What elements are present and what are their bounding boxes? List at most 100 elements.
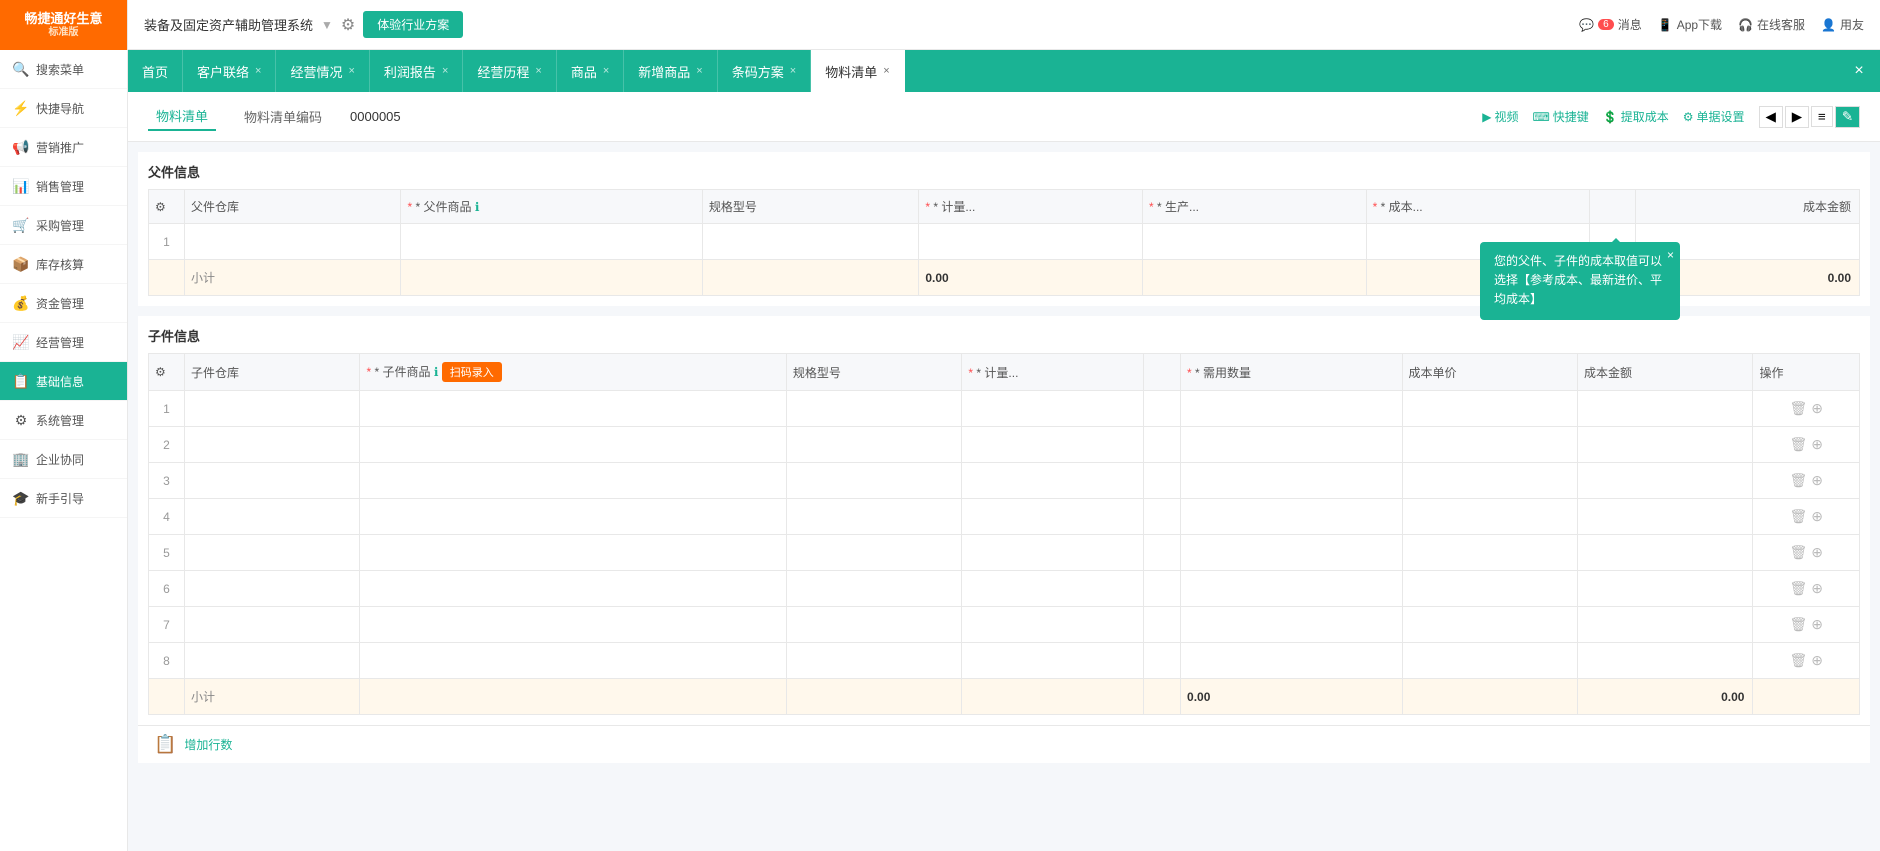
child-row-4-spec[interactable]	[786, 499, 961, 535]
tab-new-goods-close[interactable]: ×	[696, 65, 702, 77]
child-row-4-cost-price[interactable]	[1402, 499, 1577, 535]
child-row-8-spec[interactable]	[786, 643, 961, 679]
tab-new-goods[interactable]: 新增商品 ×	[624, 50, 717, 92]
child-row-2-qty[interactable]	[1181, 427, 1403, 463]
nav-list[interactable]: ≡	[1811, 106, 1833, 127]
delete-icon-2[interactable]: 🗑	[1789, 436, 1807, 453]
child-row-2-spec[interactable]	[786, 427, 961, 463]
copy-icon-4[interactable]: ⊕	[1811, 508, 1823, 525]
sidebar-item-finance[interactable]: 💰 资金管理	[0, 284, 127, 323]
delete-icon-1[interactable]: 🗑	[1789, 400, 1807, 417]
child-row-8-goods[interactable]	[360, 643, 786, 679]
tab-operation-history[interactable]: 经营历程 ×	[463, 50, 556, 92]
sidebar-item-sales[interactable]: 📊 销售管理	[0, 167, 127, 206]
child-row-6-unit[interactable]	[962, 571, 1143, 607]
child-row-8-unit[interactable]	[962, 643, 1143, 679]
sidebar-item-basic-info[interactable]: 📋 基础信息	[0, 362, 127, 401]
child-row-6-spec[interactable]	[786, 571, 961, 607]
config-icon[interactable]: ⚙	[341, 15, 355, 35]
child-row-7-warehouse[interactable]	[185, 607, 360, 643]
tooltip-close-btn[interactable]: ×	[1667, 246, 1674, 265]
child-row-4-qty[interactable]	[1181, 499, 1403, 535]
child-row-7-cost-price[interactable]	[1402, 607, 1577, 643]
message-item[interactable]: 💬 6 消息	[1579, 16, 1642, 33]
tab-customer-close[interactable]: ×	[255, 65, 261, 77]
delete-icon-6[interactable]: 🗑	[1789, 580, 1807, 597]
parent-row-1-spec[interactable]	[702, 224, 918, 260]
child-row-5-qty[interactable]	[1181, 535, 1403, 571]
add-row-label[interactable]: 增加行数	[184, 736, 232, 753]
child-row-6-goods[interactable]	[360, 571, 786, 607]
copy-icon-2[interactable]: ⊕	[1811, 436, 1823, 453]
sidebar-item-quick-nav[interactable]: ⚡ 快捷导航	[0, 89, 127, 128]
view-action[interactable]: ▶ 视频	[1482, 108, 1518, 125]
child-row-8-warehouse[interactable]	[185, 643, 360, 679]
parent-row-1-goods[interactable]	[401, 224, 702, 260]
scan-button[interactable]: 扫码录入	[442, 362, 502, 382]
child-goods-info-icon[interactable]: ℹ	[434, 365, 439, 379]
child-row-3-cost-price[interactable]	[1402, 463, 1577, 499]
delete-icon-3[interactable]: 🗑	[1789, 472, 1807, 489]
trial-button[interactable]: 体验行业方案	[363, 11, 463, 38]
nav-prev[interactable]: ◀	[1759, 106, 1783, 128]
sidebar-item-search[interactable]: 🔍 搜索菜单	[0, 50, 127, 89]
child-row-4-unit[interactable]	[962, 499, 1143, 535]
child-row-6-warehouse[interactable]	[185, 571, 360, 607]
sidebar-item-enterprise[interactable]: 🏢 企业协同	[0, 440, 127, 479]
child-row-5-spec[interactable]	[786, 535, 961, 571]
copy-icon-5[interactable]: ⊕	[1811, 544, 1823, 561]
child-row-4-warehouse[interactable]	[185, 499, 360, 535]
child-row-2-unit[interactable]	[962, 427, 1143, 463]
parent-row-1-producer[interactable]	[1142, 224, 1366, 260]
copy-icon-3[interactable]: ⊕	[1811, 472, 1823, 489]
sidebar-item-purchase[interactable]: 🛒 采购管理	[0, 206, 127, 245]
sidebar-item-inventory[interactable]: 📦 库存核算	[0, 245, 127, 284]
tab-barcode[interactable]: 条码方案 ×	[718, 50, 811, 92]
child-row-1-spec[interactable]	[786, 391, 961, 427]
delete-icon-8[interactable]: 🗑	[1789, 652, 1807, 669]
delete-icon-7[interactable]: 🗑	[1789, 616, 1807, 633]
parent-goods-info-icon[interactable]: ℹ	[475, 200, 480, 214]
child-row-3-unit[interactable]	[962, 463, 1143, 499]
delete-icon-5[interactable]: 🗑	[1789, 544, 1807, 561]
nav-edit[interactable]: ✎	[1835, 106, 1860, 128]
child-row-1-warehouse[interactable]	[185, 391, 360, 427]
child-row-1-qty[interactable]	[1181, 391, 1403, 427]
copy-icon-6[interactable]: ⊕	[1811, 580, 1823, 597]
breadcrumb-bom[interactable]: 物料清单	[148, 102, 216, 131]
tab-home[interactable]: 首页	[128, 50, 183, 92]
tab-barcode-close[interactable]: ×	[790, 65, 796, 77]
tab-profit-report-close[interactable]: ×	[442, 65, 448, 77]
child-row-3-qty[interactable]	[1181, 463, 1403, 499]
sidebar-item-system[interactable]: ⚙ 系统管理	[0, 401, 127, 440]
child-row-6-cost-price[interactable]	[1402, 571, 1577, 607]
copy-icon-1[interactable]: ⊕	[1811, 400, 1823, 417]
child-row-2-goods[interactable]	[360, 427, 786, 463]
tab-goods-close[interactable]: ×	[603, 65, 609, 77]
child-row-7-goods[interactable]	[360, 607, 786, 643]
child-row-1-cost-price[interactable]	[1402, 391, 1577, 427]
sidebar-item-guide[interactable]: 🎓 新手引导	[0, 479, 127, 518]
tab-bom[interactable]: 物料清单 ×	[811, 50, 904, 92]
child-row-1-goods[interactable]	[360, 391, 786, 427]
child-row-2-cost-price[interactable]	[1402, 427, 1577, 463]
tab-operation-status[interactable]: 经营情况 ×	[276, 50, 369, 92]
tab-operation-history-close[interactable]: ×	[535, 65, 541, 77]
online-service-item[interactable]: 🎧 在线客服	[1738, 16, 1805, 33]
child-row-3-goods[interactable]	[360, 463, 786, 499]
shortcut-action[interactable]: ⌨ 快捷键	[1532, 108, 1588, 125]
child-row-7-spec[interactable]	[786, 607, 961, 643]
get-cost-action[interactable]: 💲 提取成本	[1603, 108, 1669, 125]
sidebar-item-operation[interactable]: 📈 经营管理	[0, 323, 127, 362]
tab-profit-report[interactable]: 利润报告 ×	[370, 50, 463, 92]
parent-row-1-warehouse[interactable]	[185, 224, 401, 260]
parent-row-1-unit[interactable]	[919, 224, 1143, 260]
child-row-4-goods[interactable]	[360, 499, 786, 535]
copy-icon-7[interactable]: ⊕	[1811, 616, 1823, 633]
child-row-5-warehouse[interactable]	[185, 535, 360, 571]
sidebar-item-marketing[interactable]: 📢 营销推广	[0, 128, 127, 167]
tab-customer[interactable]: 客户联络 ×	[183, 50, 276, 92]
child-row-3-spec[interactable]	[786, 463, 961, 499]
tab-goods[interactable]: 商品 ×	[557, 50, 624, 92]
child-row-3-warehouse[interactable]	[185, 463, 360, 499]
